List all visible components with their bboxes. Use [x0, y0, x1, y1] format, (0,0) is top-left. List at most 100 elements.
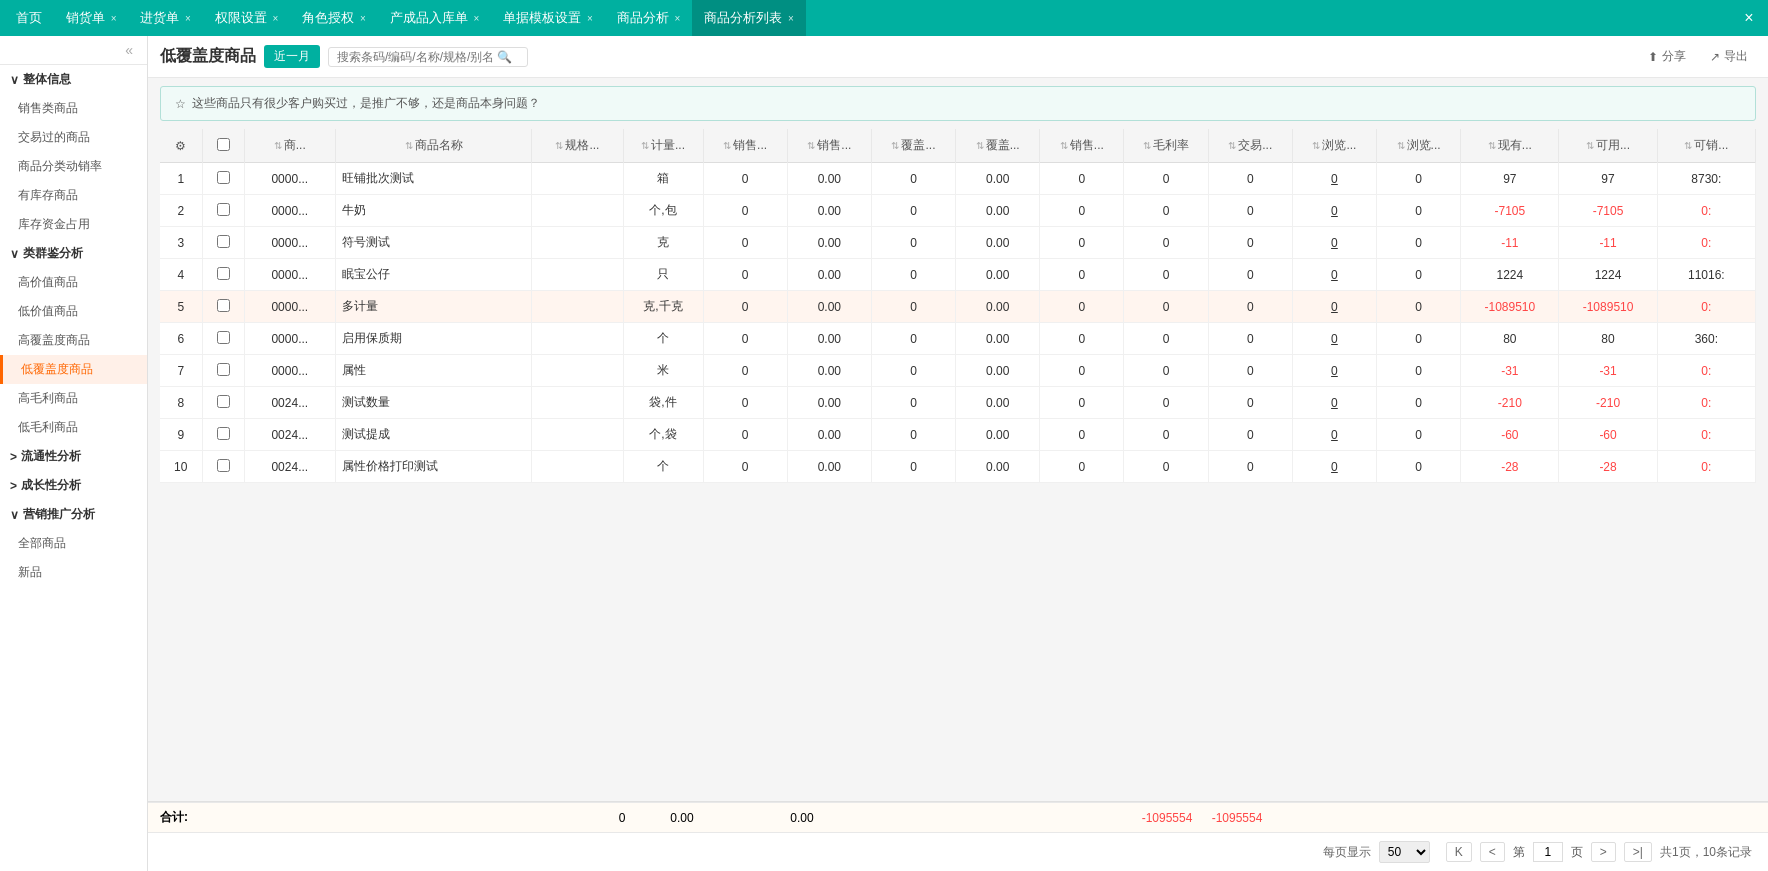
- sidebar-group-flow[interactable]: > 流通性分析: [0, 442, 147, 471]
- sidebar-item-sales-goods[interactable]: 销售类商品: [0, 94, 147, 123]
- nav-permissions[interactable]: 权限设置 ×: [203, 0, 290, 36]
- nav-close-permissions[interactable]: ×: [273, 13, 279, 24]
- cell-checkbox[interactable]: [202, 163, 244, 195]
- row-checkbox[interactable]: [217, 267, 230, 280]
- col-sales2[interactable]: 销售...: [787, 129, 871, 163]
- cell-checkbox[interactable]: [202, 355, 244, 387]
- cell-checkbox[interactable]: [202, 195, 244, 227]
- row-checkbox[interactable]: [217, 363, 230, 376]
- first-page-button[interactable]: K: [1446, 842, 1472, 862]
- settings-icon[interactable]: ⚙: [175, 139, 186, 153]
- nav-close-analysis-list[interactable]: ×: [788, 13, 794, 24]
- sidebar-item-low-coverage[interactable]: 低覆盖度商品: [0, 355, 147, 384]
- nav-close-analysis[interactable]: ×: [674, 13, 680, 24]
- chevron-down-icon: ∨: [10, 73, 19, 87]
- col-sales1[interactable]: 销售...: [703, 129, 787, 163]
- select-all-checkbox[interactable]: [217, 138, 230, 151]
- last-page-button[interactable]: >|: [1624, 842, 1652, 862]
- sidebar-item-stock-funds[interactable]: 库存资金占用: [0, 210, 147, 239]
- cell-checkbox[interactable]: [202, 259, 244, 291]
- col-sales3[interactable]: 销售...: [1040, 129, 1124, 163]
- col-margin[interactable]: 毛利率: [1124, 129, 1208, 163]
- col-coverage2[interactable]: 覆盖...: [956, 129, 1040, 163]
- row-checkbox[interactable]: [217, 299, 230, 312]
- sidebar-item-high-coverage[interactable]: 高覆盖度商品: [0, 326, 147, 355]
- cell-link[interactable]: 0: [1292, 163, 1376, 195]
- sidebar-item-traded-goods[interactable]: 交易过的商品: [0, 123, 147, 152]
- cell-link[interactable]: 0: [1292, 259, 1376, 291]
- sidebar-item-all-goods[interactable]: 全部商品: [0, 529, 147, 558]
- search-icon[interactable]: 🔍: [497, 50, 512, 64]
- nav-roles[interactable]: 角色授权 ×: [290, 0, 377, 36]
- col-trade[interactable]: 交易...: [1208, 129, 1292, 163]
- nav-close-templates[interactable]: ×: [587, 13, 593, 24]
- cell-checkbox[interactable]: [202, 419, 244, 451]
- share-button[interactable]: ⬆ 分享: [1640, 44, 1694, 69]
- row-checkbox[interactable]: [217, 395, 230, 408]
- nav-templates[interactable]: 单据模板设置 ×: [491, 0, 604, 36]
- cell-link[interactable]: 0: [1292, 355, 1376, 387]
- sidebar-item-in-stock[interactable]: 有库存商品: [0, 181, 147, 210]
- cell-link[interactable]: 0: [1292, 451, 1376, 483]
- row-checkbox[interactable]: [217, 331, 230, 344]
- sidebar-item-low-margin[interactable]: 低毛利商品: [0, 413, 147, 442]
- cell-link[interactable]: 0: [1292, 419, 1376, 451]
- page-number-input[interactable]: [1533, 842, 1563, 862]
- cell-link[interactable]: 0: [1292, 195, 1376, 227]
- cell-link[interactable]: 0: [1292, 291, 1376, 323]
- row-checkbox[interactable]: [217, 171, 230, 184]
- nav-product-in[interactable]: 产成品入库单 ×: [378, 0, 491, 36]
- cell-s8: 0: [1377, 387, 1461, 419]
- cell-link[interactable]: 0: [1292, 323, 1376, 355]
- row-checkbox[interactable]: [217, 427, 230, 440]
- row-checkbox[interactable]: [217, 203, 230, 216]
- row-checkbox[interactable]: [217, 235, 230, 248]
- cell-checkbox[interactable]: [202, 451, 244, 483]
- sidebar-item-low-value[interactable]: 低价值商品: [0, 297, 147, 326]
- col-browse2[interactable]: 浏览...: [1377, 129, 1461, 163]
- cell-link[interactable]: 0: [1292, 227, 1376, 259]
- cell-checkbox[interactable]: [202, 291, 244, 323]
- cell-checkbox[interactable]: [202, 227, 244, 259]
- date-filter-button[interactable]: 近一月: [264, 45, 320, 68]
- prev-page-button[interactable]: <: [1480, 842, 1505, 862]
- col-code[interactable]: 商...: [244, 129, 335, 163]
- row-checkbox[interactable]: [217, 459, 230, 472]
- search-input[interactable]: [337, 50, 497, 64]
- export-button[interactable]: ↗ 导出: [1702, 44, 1756, 69]
- window-close-button[interactable]: ×: [1734, 0, 1764, 36]
- col-stock2[interactable]: 可用...: [1559, 129, 1657, 163]
- col-spec[interactable]: 规格...: [532, 129, 623, 163]
- sidebar-group-overview[interactable]: ∨ 整体信息: [0, 65, 147, 94]
- sidebar-group-growth[interactable]: > 成长性分析: [0, 471, 147, 500]
- sidebar-group-cluster[interactable]: ∨ 类群鉴分析: [0, 239, 147, 268]
- nav-sales[interactable]: 销货单 ×: [54, 0, 128, 36]
- col-settings[interactable]: ⚙: [160, 129, 202, 163]
- cell-checkbox[interactable]: [202, 387, 244, 419]
- page-size-select[interactable]: 50 20 100: [1379, 841, 1430, 863]
- nav-analysis[interactable]: 商品分析 ×: [605, 0, 692, 36]
- cell-link[interactable]: 0: [1292, 387, 1376, 419]
- col-coverage1[interactable]: 覆盖...: [871, 129, 955, 163]
- next-page-button[interactable]: >: [1591, 842, 1616, 862]
- nav-close-purchase[interactable]: ×: [185, 13, 191, 24]
- sidebar-group-marketing[interactable]: ∨ 营销推广分析: [0, 500, 147, 529]
- col-name[interactable]: 商品名称: [335, 129, 531, 163]
- nav-analysis-list[interactable]: 商品分析列表 ×: [692, 0, 805, 36]
- sidebar-item-category-rate[interactable]: 商品分类动销率: [0, 152, 147, 181]
- nav-close-product-in[interactable]: ×: [474, 13, 480, 24]
- sidebar-item-new-goods[interactable]: 新品: [0, 558, 147, 587]
- col-stock1[interactable]: 现有...: [1461, 129, 1559, 163]
- nav-home[interactable]: 首页: [4, 0, 54, 36]
- sidebar-item-high-value[interactable]: 高价值商品: [0, 268, 147, 297]
- collapse-sidebar-button[interactable]: «: [119, 40, 139, 60]
- col-browse1[interactable]: 浏览...: [1292, 129, 1376, 163]
- col-unit[interactable]: 计量...: [623, 129, 703, 163]
- col-stock3[interactable]: 可销...: [1657, 129, 1755, 163]
- nav-close-roles[interactable]: ×: [360, 13, 366, 24]
- nav-close-sales[interactable]: ×: [111, 13, 117, 24]
- cell-checkbox[interactable]: [202, 323, 244, 355]
- nav-purchase[interactable]: 进货单 ×: [128, 0, 202, 36]
- chevron-down-icon-3: ∨: [10, 508, 19, 522]
- sidebar-item-high-margin[interactable]: 高毛利商品: [0, 384, 147, 413]
